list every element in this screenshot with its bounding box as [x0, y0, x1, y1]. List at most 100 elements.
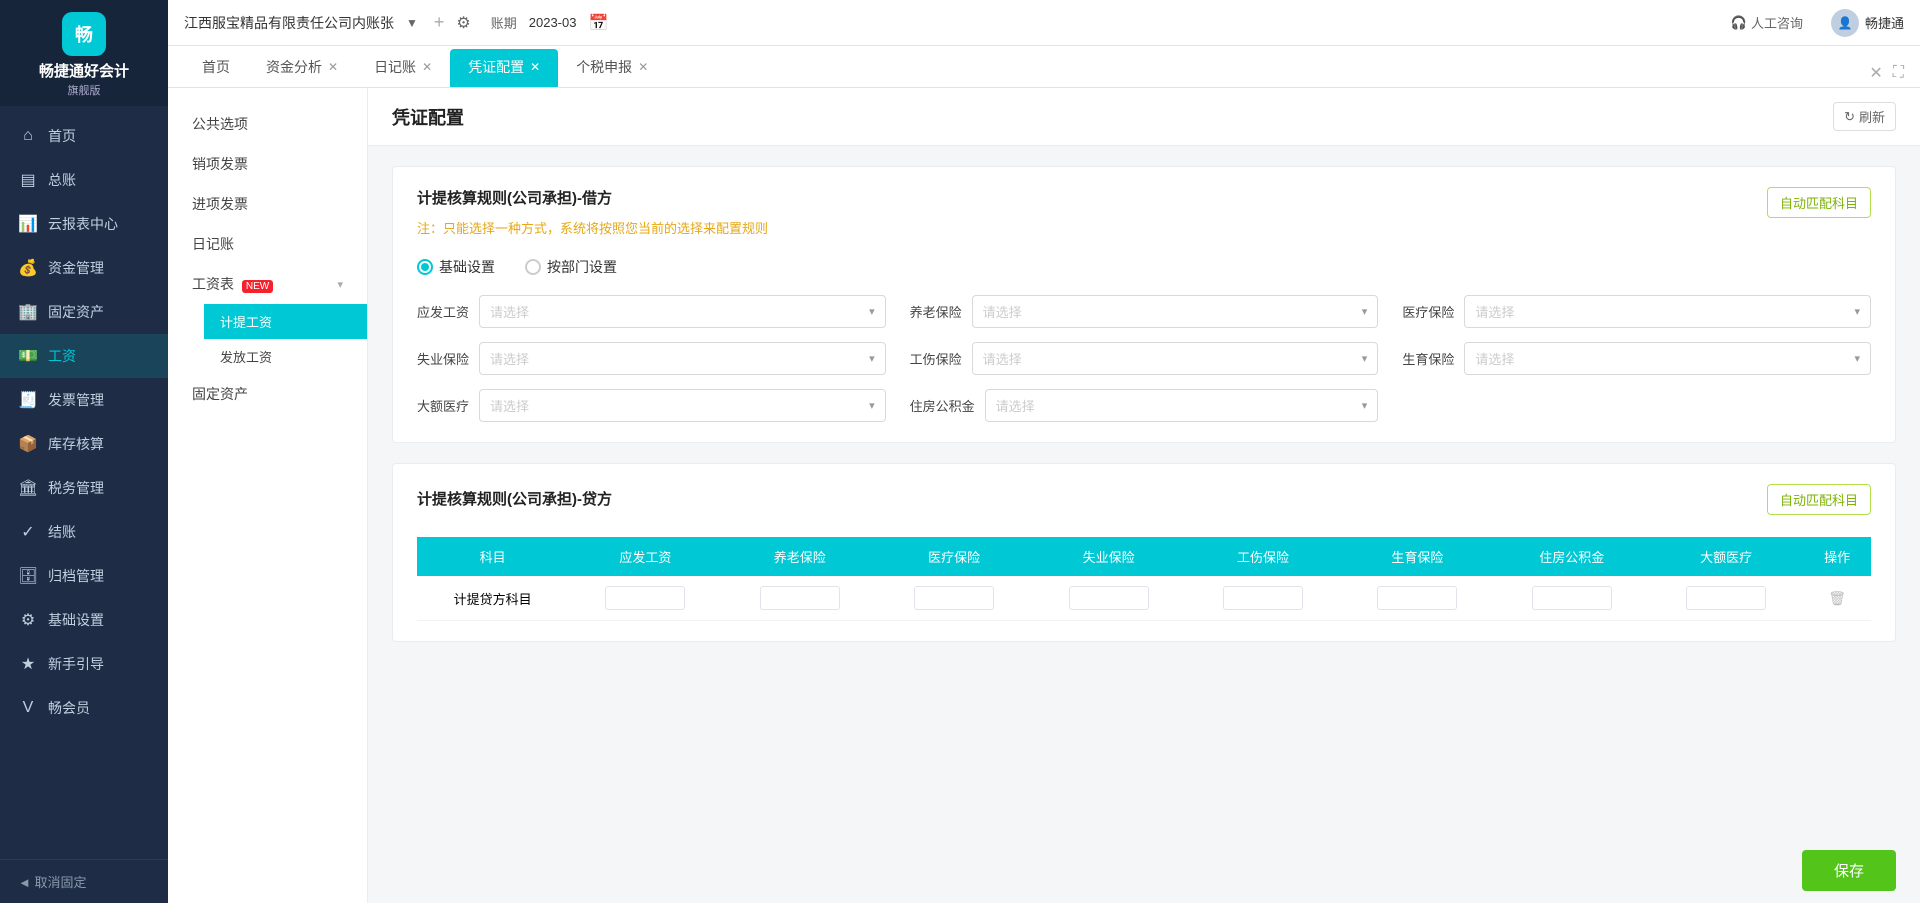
tab-fund[interactable]: 资金分析 ✕ [248, 49, 356, 87]
tab-diary-close[interactable]: ✕ [422, 61, 432, 73]
tab-voucher[interactable]: 凭证配置 ✕ [450, 49, 558, 87]
sidebar: 畅 畅捷通好会计 旗舰版 ⌂ 首页 ▤ 总账 📊 云报表中心 💰 资金管理 🏢 … [0, 0, 168, 903]
headset-icon: 🎧 [1731, 15, 1747, 31]
sidebar-item-tax[interactable]: 🏛 税务管理 [0, 466, 168, 510]
maximize-icon[interactable]: ⛶ [1893, 64, 1904, 82]
sidebar-item-vip[interactable]: V 畅会员 [0, 686, 168, 730]
menu-purchase[interactable]: 进项发票 [168, 184, 367, 224]
invoice-icon: 🧾 [18, 390, 38, 410]
sidebar-item-reports[interactable]: 📊 云报表中心 [0, 202, 168, 246]
home-icon: ⌂ [18, 127, 38, 145]
menu-sales[interactable]: 销项发票 [168, 144, 367, 184]
row-unemployment-input[interactable] [1069, 586, 1149, 610]
credit-auto-match-button[interactable]: 自动匹配科目 [1767, 484, 1871, 515]
row-delete-icon[interactable]: 🗑 [1828, 590, 1846, 606]
menu-public[interactable]: 公共选项 [168, 104, 367, 144]
menu-pay-salary[interactable]: 发放工资 [204, 339, 367, 374]
sidebar-item-home[interactable]: ⌂ 首页 [0, 114, 168, 158]
unemployment-label: 失业保险 [417, 349, 469, 368]
basic-icon: ⚙ [18, 610, 38, 630]
th-operation: 操作 [1803, 537, 1871, 576]
tab-home-label: 首页 [202, 57, 230, 77]
company-dropdown-icon[interactable]: ▼ [406, 16, 418, 30]
radio-group: 基础设置 按部门设置 [417, 257, 1871, 277]
row-action-cell: 🗑 [1803, 576, 1871, 621]
radio-dept[interactable]: 按部门设置 [525, 257, 617, 277]
pension-label: 养老保险 [910, 302, 962, 321]
injury-select[interactable]: 请选择 ▾ [972, 342, 1379, 375]
sidebar-item-ledger[interactable]: ▤ 总账 [0, 158, 168, 202]
content-area: 公共选项 销项发票 进项发票 日记账 工资表 NEW ▾ 计提工资 [168, 88, 1920, 903]
menu-calc-salary[interactable]: 计提工资 [204, 304, 367, 339]
sidebar-item-label: 总账 [48, 170, 76, 190]
tab-fund-label: 资金分析 [266, 57, 322, 77]
refresh-button[interactable]: ↻ 刷新 [1833, 102, 1896, 131]
maternity-select[interactable]: 请选择 ▾ [1464, 342, 1871, 375]
menu-diary[interactable]: 日记账 [168, 224, 367, 264]
row-medical-input[interactable] [914, 586, 994, 610]
credit-section: 计提核算规则(公司承担)-贷方 自动匹配科目 科目 应发工资 养老保险 医疗保险 [392, 463, 1896, 642]
archive-icon: 🗄 [18, 566, 38, 586]
page-header: 凭证配置 ↻ 刷新 [368, 88, 1920, 146]
sidebar-item-basic[interactable]: ⚙ 基础设置 [0, 598, 168, 642]
row-apply-salary-input[interactable] [605, 586, 685, 610]
close-tab-icon[interactable]: ✕ [1869, 63, 1882, 83]
th-injury: 工伤保险 [1186, 537, 1340, 576]
tab-voucher-close[interactable]: ✕ [530, 61, 540, 73]
large-medical-select[interactable]: 请选择 ▾ [479, 389, 886, 422]
field-medical: 医疗保险 请选择 ▾ [1402, 295, 1871, 328]
sidebar-item-stock[interactable]: 📦 库存核算 [0, 422, 168, 466]
row-injury-input[interactable] [1223, 586, 1303, 610]
sidebar-item-guide[interactable]: ★ 新手引导 [0, 642, 168, 686]
tab-fund-close[interactable]: ✕ [328, 61, 338, 73]
scroll-area: 计提核算规则(公司承担)-借方 注：只能选择一种方式，系统将按照您当前的选择来配… [368, 146, 1920, 838]
credit-table-header-row: 科目 应发工资 养老保险 医疗保险 失业保险 工伤保险 生育保险 住房公积金 大… [417, 537, 1871, 576]
row-pension-input[interactable] [760, 586, 840, 610]
sidebar-item-salary[interactable]: 💵 工资 [0, 334, 168, 378]
right-content: 凭证配置 ↻ 刷新 计提核算规则(公司承担)-借方 注：只能选择一种方式，系统将… [368, 88, 1920, 903]
menu-salary-group[interactable]: 工资表 NEW ▾ [168, 264, 367, 304]
user-menu[interactable]: 👤 畅捷通 [1831, 9, 1904, 37]
radio-basic[interactable]: 基础设置 [417, 257, 495, 277]
chevron-down-icon: ▾ [1854, 305, 1860, 318]
radio-basic-circle [417, 259, 433, 275]
row-housing-input[interactable] [1532, 586, 1612, 610]
row-maternity-input[interactable] [1377, 586, 1457, 610]
housing-select[interactable]: 请选择 ▾ [985, 389, 1379, 422]
debit-section-title: 计提核算规则(公司承担)-借方 [417, 187, 768, 208]
period-value: 2023-03 [529, 15, 577, 30]
settings-icon[interactable]: ⚙ [456, 13, 470, 33]
debit-section: 计提核算规则(公司承担)-借方 注：只能选择一种方式，系统将按照您当前的选择来配… [392, 166, 1896, 443]
row-large-medical-input[interactable] [1686, 586, 1766, 610]
field-unemployment: 失业保险 请选择 ▾ [417, 342, 886, 375]
tab-diary[interactable]: 日记账 ✕ [356, 49, 450, 87]
medical-select[interactable]: 请选择 ▾ [1464, 295, 1871, 328]
sidebar-item-invoice[interactable]: 🧾 发票管理 [0, 378, 168, 422]
add-account-button[interactable]: + [434, 12, 445, 33]
sidebar-item-fund[interactable]: 💰 资金管理 [0, 246, 168, 290]
apply-salary-select[interactable]: 请选择 ▾ [479, 295, 886, 328]
th-maternity: 生育保险 [1340, 537, 1494, 576]
sidebar-item-fixed[interactable]: 🏢 固定资产 [0, 290, 168, 334]
save-button[interactable]: 保存 [1802, 850, 1896, 891]
field-large-medical: 大额医疗 请选择 ▾ [417, 389, 886, 422]
field-apply-salary: 应发工资 请选择 ▾ [417, 295, 886, 328]
pension-select[interactable]: 请选择 ▾ [972, 295, 1379, 328]
calendar-icon[interactable]: 📅 [588, 13, 608, 33]
tab-home[interactable]: 首页 [184, 49, 248, 87]
sidebar-item-archive[interactable]: 🗄 归档管理 [0, 554, 168, 598]
sidebar-item-checkout[interactable]: ✓ 结账 [0, 510, 168, 554]
sidebar-unpin[interactable]: ◄ 取消固定 [0, 859, 168, 903]
tax-icon: 🏛 [18, 478, 38, 498]
debit-auto-match-button[interactable]: 自动匹配科目 [1767, 187, 1871, 218]
unemployment-select[interactable]: 请选择 ▾ [479, 342, 886, 375]
sidebar-item-label: 归档管理 [48, 566, 104, 586]
debit-notice: 注：只能选择一种方式，系统将按照您当前的选择来配置规则 [417, 218, 768, 237]
tab-tax[interactable]: 个税申报 ✕ [558, 49, 666, 87]
row-subject-label: 计提贷方科目 [417, 576, 568, 621]
service-button[interactable]: 🎧 人工咨询 [1731, 13, 1803, 32]
menu-fixed-asset[interactable]: 固定资产 [168, 374, 367, 414]
sidebar-item-label: 库存核算 [48, 434, 104, 454]
row-medical-cell [877, 576, 1031, 621]
tab-tax-close[interactable]: ✕ [638, 61, 648, 73]
